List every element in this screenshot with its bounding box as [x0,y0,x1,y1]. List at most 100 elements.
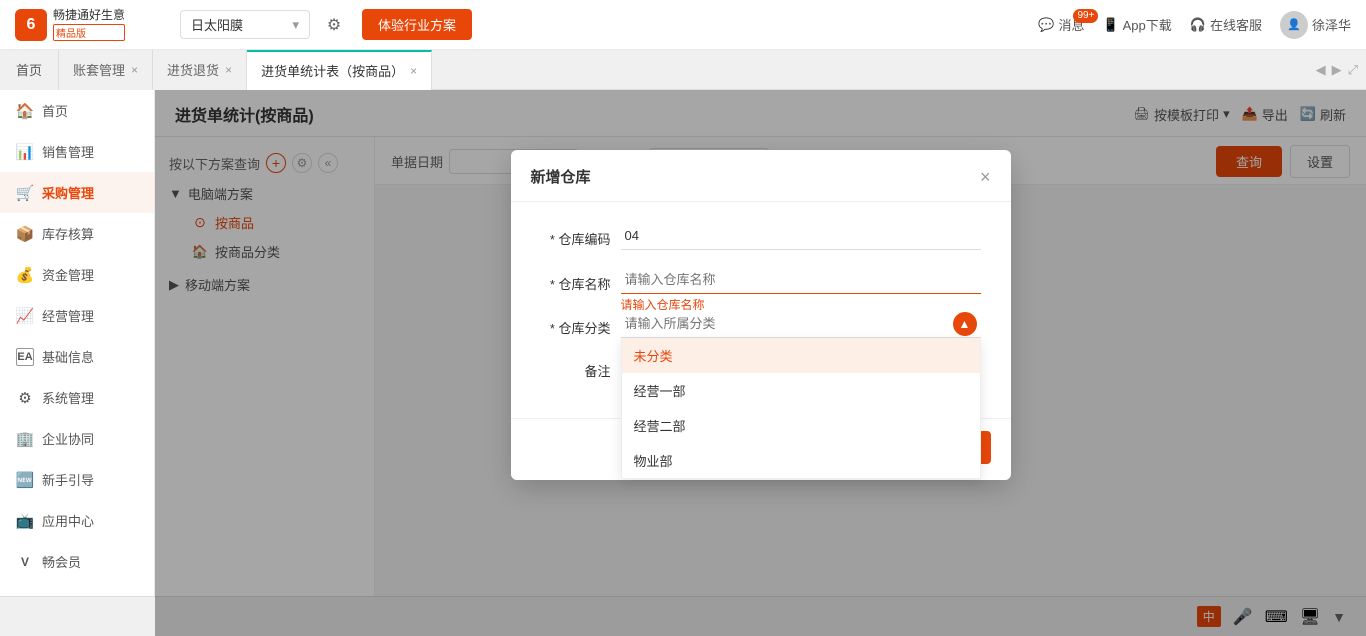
tab-purchase-return-close-icon[interactable]: × [225,63,232,77]
sidebar-item-sales[interactable]: 📊 销售管理 [0,131,154,172]
content-area: 进货单统计(按商品) 🖨 按模板打印 ▾ 📤 导出 🔄 刷新 [155,90,1366,636]
business-icon: 📈 [16,307,34,325]
sidebar-item-sales-label: 销售管理 [42,142,94,161]
sidebar-item-business-label: 经营管理 [42,306,94,325]
app-download-button[interactable]: 📱 App下载 [1102,15,1171,34]
category-dropdown-list: 未分类 经营一部 经营二部 物业部 [621,338,981,479]
avatar: 👤 [1280,11,1308,39]
guide-icon: 🆕 [16,471,34,489]
dropdown-item-ops1[interactable]: 经营一部 [622,373,980,408]
store-selector[interactable]: 日太阳膜 ▾ [180,10,310,39]
warehouse-modal: 新增仓库 × * 仓库编码 * 仓库名称 请输 [511,150,1011,480]
sidebar: 🏠 首页 📊 销售管理 🛒 采购管理 📦 库存核算 💰 资金管理 📈 经营管理 … [0,90,155,636]
dropdown-item-property[interactable]: 物业部 [622,443,980,478]
headset-icon: 🎧 [1190,17,1206,33]
message-badge: 99+ [1073,9,1098,23]
warehouse-category-input[interactable] [621,310,981,338]
app-center-icon: 📺 [16,512,34,530]
tab-purchase-return[interactable]: 进货退货 × [153,50,247,90]
tab-prev-icon[interactable]: ◀ [1316,62,1326,78]
purchase-icon: 🛒 [16,184,34,202]
user-name: 徐泽华 [1312,15,1351,34]
warehouse-category-row: * 仓库分类 ▲ 未分类 经营一部 经营二部 物业部 [541,310,981,338]
sidebar-item-inventory[interactable]: 📦 库存核算 [0,213,154,254]
tab-bar: 首页 账套管理 × 进货退货 × 进货单统计表（按商品） × ◀ ▶ ⤢ [0,50,1366,90]
tab-accounts[interactable]: 账套管理 × [59,50,153,90]
tab-next-icon[interactable]: ▶ [1332,62,1342,78]
sidebar-item-finance[interactable]: 💰 资金管理 [0,254,154,295]
warehouse-code-row: * 仓库编码 [541,222,981,250]
top-header: 6 畅捷通好生意 精品版 日太阳膜 ▾ ⚙ 体验行业方案 💬 消息 99+ 📱 … [0,0,1366,50]
sidebar-item-system[interactable]: ⚙ 系统管理 [0,377,154,418]
sales-icon: 📊 [16,143,34,161]
tab-purchase-stats-close-icon[interactable]: × [410,64,417,78]
inventory-icon: 📦 [16,225,34,243]
remark-label: 备注 [541,354,621,380]
sidebar-item-company-label: 企业协同 [42,429,94,448]
header-right: 💬 消息 99+ 📱 App下载 🎧 在线客服 👤 徐泽华 [1038,11,1351,39]
tab-purchase-return-label: 进货退货 [167,60,219,79]
sidebar-item-member-label: 畅会员 [42,552,81,571]
home-icon: 🏠 [16,102,34,120]
sidebar-item-guide[interactable]: 🆕 新手引导 [0,459,154,500]
sidebar-item-guide-label: 新手引导 [42,470,94,489]
trial-button[interactable]: 体验行业方案 [362,9,472,40]
warehouse-name-input[interactable] [621,266,981,294]
store-name: 日太阳膜 [191,15,243,34]
warehouse-code-input[interactable] [621,222,981,250]
user-profile-button[interactable]: 👤 徐泽华 [1280,11,1351,39]
main-layout: 🏠 首页 📊 销售管理 🛒 采购管理 📦 库存核算 💰 资金管理 📈 经营管理 … [0,90,1366,636]
modal-close-button[interactable]: × [980,168,991,186]
tab-purchase-stats-label: 进货单统计表（按商品） [261,61,404,80]
messages-button[interactable]: 💬 消息 99+ [1038,15,1084,34]
sidebar-item-inventory-label: 库存核算 [42,224,94,243]
logo-area: 6 畅捷通好生意 精品版 [15,8,170,41]
system-icon: ⚙ [16,389,34,407]
online-service-label: 在线客服 [1210,15,1262,34]
tab-expand-icon[interactable]: ⤢ [1348,62,1358,78]
logo-text: 畅捷通好生意 [53,8,125,24]
modal-overlay: 新增仓库 × * 仓库编码 * 仓库名称 请输 [155,90,1366,636]
sidebar-item-basic-label: 基础信息 [42,347,94,366]
tab-home[interactable]: 首页 [0,50,59,90]
warehouse-category-wrapper: ▲ 未分类 经营一部 经营二部 物业部 [621,310,981,338]
logo-badge: 精品版 [53,24,125,41]
sidebar-item-company[interactable]: 🏢 企业协同 [0,418,154,459]
sidebar-item-purchase-label: 采购管理 [42,183,94,202]
category-dropdown-icon[interactable]: ▲ [953,312,977,336]
sidebar-item-purchase[interactable]: 🛒 采购管理 [0,172,154,213]
tab-right-controls: ◀ ▶ ⤢ [1316,62,1366,78]
basic-info-icon: EA [16,348,34,366]
finance-icon: 💰 [16,266,34,284]
sidebar-item-system-label: 系统管理 [42,388,94,407]
dropdown-item-unclassified[interactable]: 未分类 [622,338,980,373]
modal-body: * 仓库编码 * 仓库名称 请输入仓库名称 * 仓 [511,202,1011,418]
tab-purchase-stats[interactable]: 进货单统计表（按商品） × [247,50,432,90]
sidebar-item-business[interactable]: 📈 经营管理 [0,295,154,336]
warehouse-category-label: * 仓库分类 [541,311,621,337]
message-icon: 💬 [1038,17,1054,33]
sidebar-item-app-center-label: 应用中心 [42,511,94,530]
logo-icon: 6 [15,9,47,41]
dropdown-item-ops2[interactable]: 经营二部 [622,408,980,443]
app-download-label: App下载 [1123,15,1172,34]
warehouse-code-label: * 仓库编码 [541,222,621,248]
warehouse-name-label: * 仓库名称 [541,267,621,293]
settings-icon[interactable]: ⚙ [318,9,350,41]
sidebar-item-basic[interactable]: EA 基础信息 [0,336,154,377]
phone-icon: 📱 [1102,17,1118,33]
dropdown-arrow-icon: ▾ [292,17,299,33]
tab-accounts-label: 账套管理 [73,60,125,79]
company-icon: 🏢 [16,430,34,448]
online-service-button[interactable]: 🎧 在线客服 [1190,15,1262,34]
warehouse-name-row: * 仓库名称 请输入仓库名称 [541,266,981,294]
modal-title: 新增仓库 [531,166,591,187]
member-icon: V [16,553,34,571]
home-tab-label: 首页 [16,60,42,79]
sidebar-item-home-label: 首页 [42,101,68,120]
sidebar-item-member[interactable]: V 畅会员 [0,541,154,582]
sidebar-item-app-center[interactable]: 📺 应用中心 [0,500,154,541]
sidebar-item-home[interactable]: 🏠 首页 [0,90,154,131]
tab-accounts-close-icon[interactable]: × [131,63,138,77]
modal-header: 新增仓库 × [511,150,1011,202]
